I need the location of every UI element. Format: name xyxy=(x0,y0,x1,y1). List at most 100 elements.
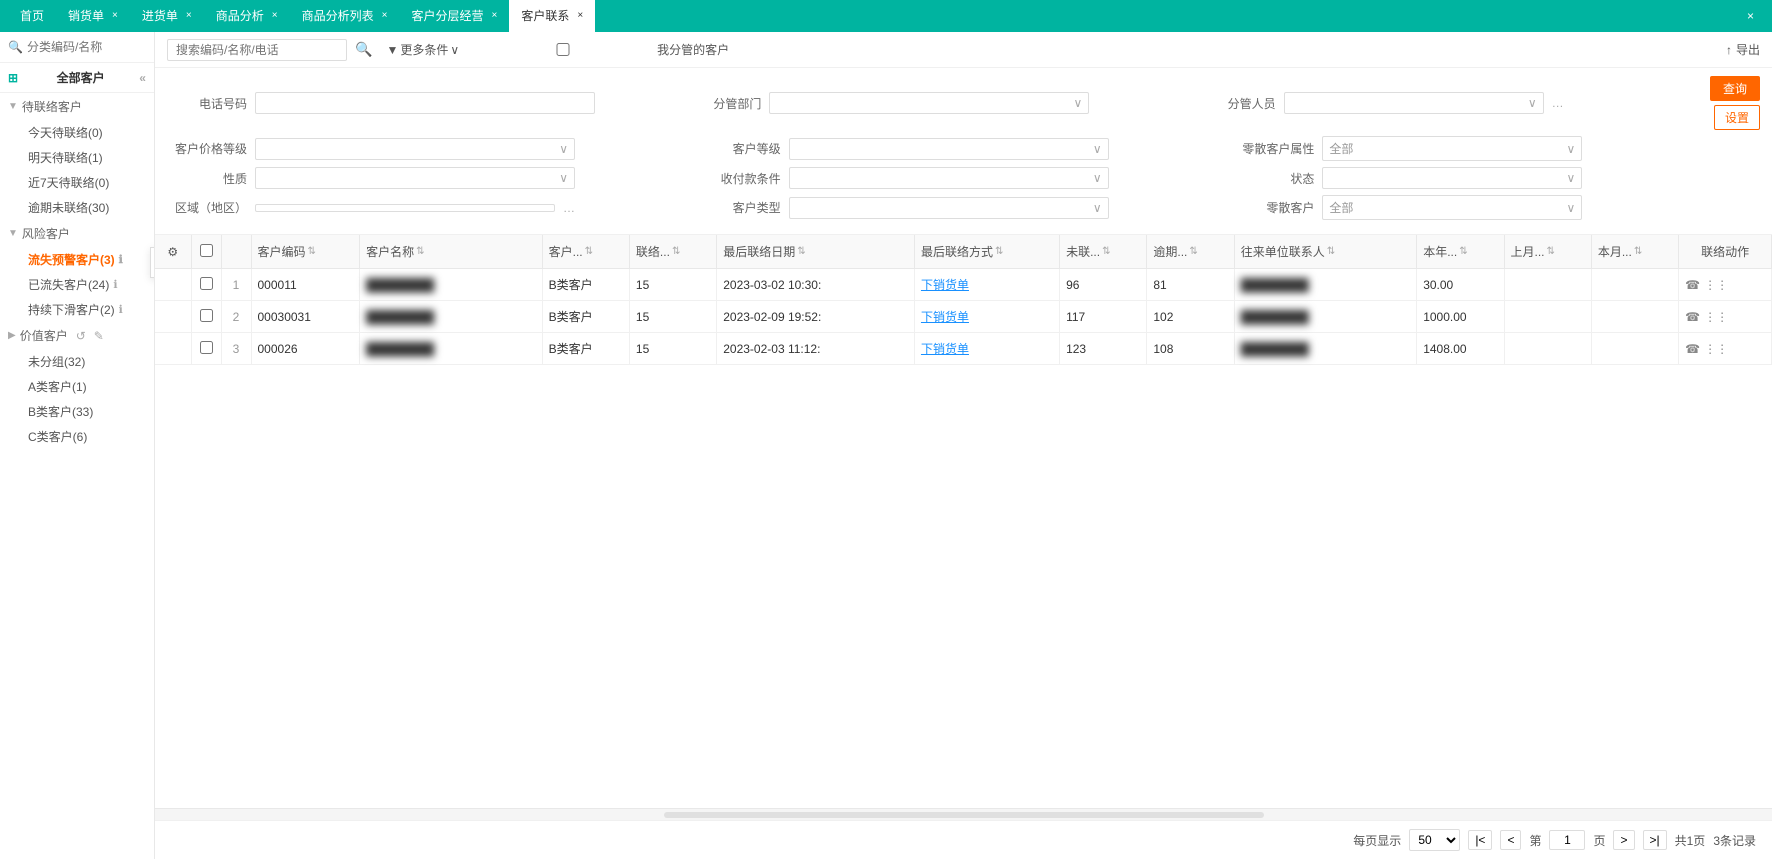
td-last-contact-method-1[interactable]: 下销货单 xyxy=(914,301,1059,333)
th-this-month[interactable]: 本月... ⇅ xyxy=(1591,235,1678,269)
td-actions-0[interactable]: ☎ ⋮⋮ xyxy=(1679,269,1772,301)
filter-scatter-select[interactable]: 全部 ∨ xyxy=(1322,195,1582,220)
filter-person-select[interactable]: ∨ xyxy=(1284,92,1544,114)
sidebar-item-tomorrow[interactable]: 明天待联络(1) xyxy=(8,145,154,170)
th-contacts[interactable]: 联络... ⇅ xyxy=(629,235,716,269)
nav-product-analysis[interactable]: 商品分析 × xyxy=(204,0,290,32)
nav-purchase-order[interactable]: 进货单 × xyxy=(130,0,204,32)
filter-phone-input[interactable] xyxy=(255,92,595,114)
sort-overdue-icon[interactable]: ⇅ xyxy=(1189,246,1197,257)
select-all-checkbox[interactable] xyxy=(200,244,213,257)
sidebar-item-unclassified[interactable]: 未分组(32) xyxy=(8,349,154,374)
my-customers-checkbox[interactable] xyxy=(473,43,653,56)
page-number-input[interactable] xyxy=(1549,830,1585,850)
sort-last-month-icon[interactable]: ⇅ xyxy=(1547,246,1555,257)
td-actions-2[interactable]: ☎ ⋮⋮ xyxy=(1679,333,1772,365)
nav-product-analysis-list-close[interactable]: × xyxy=(382,0,388,32)
sidebar-group-value[interactable]: ▶ 价值客户 ↺ ✎ xyxy=(0,322,154,349)
sidebar-item-churned[interactable]: 已流失客户(24) ℹ xyxy=(8,272,154,297)
sort-date-icon[interactable]: ⇅ xyxy=(797,246,805,257)
sidebar-item-today[interactable]: 今天待联络(0) xyxy=(8,120,154,145)
contact-method-link-0[interactable]: 下销货单 xyxy=(921,278,969,292)
sidebar-item-7days[interactable]: 近7天待联络(0) xyxy=(8,170,154,195)
sidebar-item-class-b[interactable]: B类客户(33) xyxy=(8,399,154,424)
row-checkbox-0[interactable] xyxy=(200,277,213,290)
nav-home[interactable]: 首页 xyxy=(8,0,56,32)
sort-method-icon[interactable]: ⇅ xyxy=(995,246,1003,257)
th-last-contact-date[interactable]: 最后联络日期 ⇅ xyxy=(717,235,915,269)
td-last-contact-method-0[interactable]: 下销货单 xyxy=(914,269,1059,301)
sort-type-icon[interactable]: ⇅ xyxy=(585,246,593,257)
sort-this-year-icon[interactable]: ⇅ xyxy=(1459,246,1467,257)
filter-nature-select[interactable]: ∨ xyxy=(255,167,575,189)
filter-region-select[interactable] xyxy=(255,204,555,212)
td-checkbox-1[interactable] xyxy=(191,301,221,333)
filter-type-select[interactable]: ∨ xyxy=(789,197,1109,219)
sidebar-item-class-a[interactable]: A类客户(1) xyxy=(8,374,154,399)
action-contact-icon-0[interactable]: ☎ xyxy=(1685,278,1700,292)
query-button[interactable]: 查询 xyxy=(1710,76,1760,101)
sort-contacts-icon[interactable]: ⇅ xyxy=(672,246,680,257)
sidebar-collapse-btn[interactable]: « xyxy=(139,71,146,85)
nav-customer-tier-close[interactable]: × xyxy=(491,0,497,32)
nav-product-analysis-close[interactable]: × xyxy=(272,0,278,32)
th-settings[interactable]: ⚙ xyxy=(155,235,191,269)
th-code[interactable]: 客户编码 ⇅ xyxy=(251,235,360,269)
sidebar-item-overdue-contact[interactable]: 逾期未联络(30) xyxy=(8,195,154,220)
first-page-btn[interactable]: |< xyxy=(1468,830,1492,850)
last-page-btn[interactable]: >| xyxy=(1643,830,1667,850)
td-last-contact-method-2[interactable]: 下销货单 xyxy=(914,333,1059,365)
close-all-tabs[interactable]: × xyxy=(1737,9,1764,23)
contact-method-link-1[interactable]: 下销货单 xyxy=(921,310,969,324)
action-more-icon-0[interactable]: ⋮⋮ xyxy=(1704,278,1728,292)
sidebar-item-declining[interactable]: 持续下滑客户(2) ℹ xyxy=(8,297,154,322)
filter-dept-select[interactable]: ∨ xyxy=(769,92,1089,114)
sidebar-item-churn-risk[interactable]: 流失预警客户(3) ℹ xyxy=(8,247,154,272)
sidebar-group-pending[interactable]: ▼ 待联络客户 xyxy=(0,93,154,120)
nav-purchase-order-close[interactable]: × xyxy=(186,0,192,32)
sidebar-search-input[interactable] xyxy=(27,40,155,54)
th-this-year[interactable]: 本年... ⇅ xyxy=(1417,235,1504,269)
next-page-btn[interactable]: > xyxy=(1613,830,1634,850)
row-checkbox-1[interactable] xyxy=(200,309,213,322)
sort-contact-person-icon[interactable]: ⇅ xyxy=(1327,246,1335,257)
contact-method-link-2[interactable]: 下销货单 xyxy=(921,342,969,356)
prev-page-btn[interactable]: < xyxy=(1500,830,1521,850)
th-contact-person[interactable]: 往来单位联系人 ⇅ xyxy=(1234,235,1417,269)
th-not-contacted[interactable]: 未联... ⇅ xyxy=(1060,235,1147,269)
nav-customer-contact[interactable]: 客户联系 × xyxy=(509,0,595,32)
search-input[interactable] xyxy=(167,39,347,61)
sort-name-icon[interactable]: ⇅ xyxy=(416,246,424,257)
filter-payment-select[interactable]: ∨ xyxy=(789,167,1109,189)
action-contact-icon-2[interactable]: ☎ xyxy=(1685,342,1700,356)
page-size-select[interactable]: 50 20 100 xyxy=(1409,829,1460,851)
refresh-icon[interactable]: ↺ xyxy=(76,329,86,343)
td-actions-1[interactable]: ☎ ⋮⋮ xyxy=(1679,301,1772,333)
th-checkbox[interactable] xyxy=(191,235,221,269)
sort-not-contacted-icon[interactable]: ⇅ xyxy=(1102,246,1110,257)
filter-region-more[interactable]: … xyxy=(563,201,575,215)
horizontal-scrollbar[interactable] xyxy=(155,808,1772,820)
td-checkbox-2[interactable] xyxy=(191,333,221,365)
filter-person-more[interactable]: … xyxy=(1552,96,1564,110)
filter-price-select[interactable]: ∨ xyxy=(255,138,575,160)
export-button[interactable]: ↑ 导出 xyxy=(1726,41,1760,58)
filter-status-select[interactable]: ∨ xyxy=(1322,167,1582,189)
nav-product-analysis-list[interactable]: 商品分析列表 × xyxy=(290,0,400,32)
action-more-icon-2[interactable]: ⋮⋮ xyxy=(1704,342,1728,356)
nav-sales-order-close[interactable]: × xyxy=(112,0,118,32)
settings-icon[interactable]: ⚙ xyxy=(167,245,178,259)
search-button[interactable]: 🔍 xyxy=(355,41,372,58)
row-checkbox-2[interactable] xyxy=(200,341,213,354)
sort-code-icon[interactable]: ⇅ xyxy=(308,246,316,257)
more-filter-button[interactable]: ▼ 更多条件 ∨ xyxy=(380,38,465,61)
nav-sales-order[interactable]: 销货单 × xyxy=(56,0,130,32)
action-more-icon-1[interactable]: ⋮⋮ xyxy=(1704,310,1728,324)
filter-attr-select[interactable]: 全部 ∨ xyxy=(1322,136,1582,161)
th-name[interactable]: 客户名称 ⇅ xyxy=(360,235,543,269)
td-checkbox-0[interactable] xyxy=(191,269,221,301)
edit-icon[interactable]: ✎ xyxy=(94,329,104,343)
nav-customer-tier[interactable]: 客户分层经营 × xyxy=(399,0,509,32)
nav-customer-contact-close[interactable]: × xyxy=(577,0,583,32)
sort-this-month-icon[interactable]: ⇅ xyxy=(1634,246,1642,257)
